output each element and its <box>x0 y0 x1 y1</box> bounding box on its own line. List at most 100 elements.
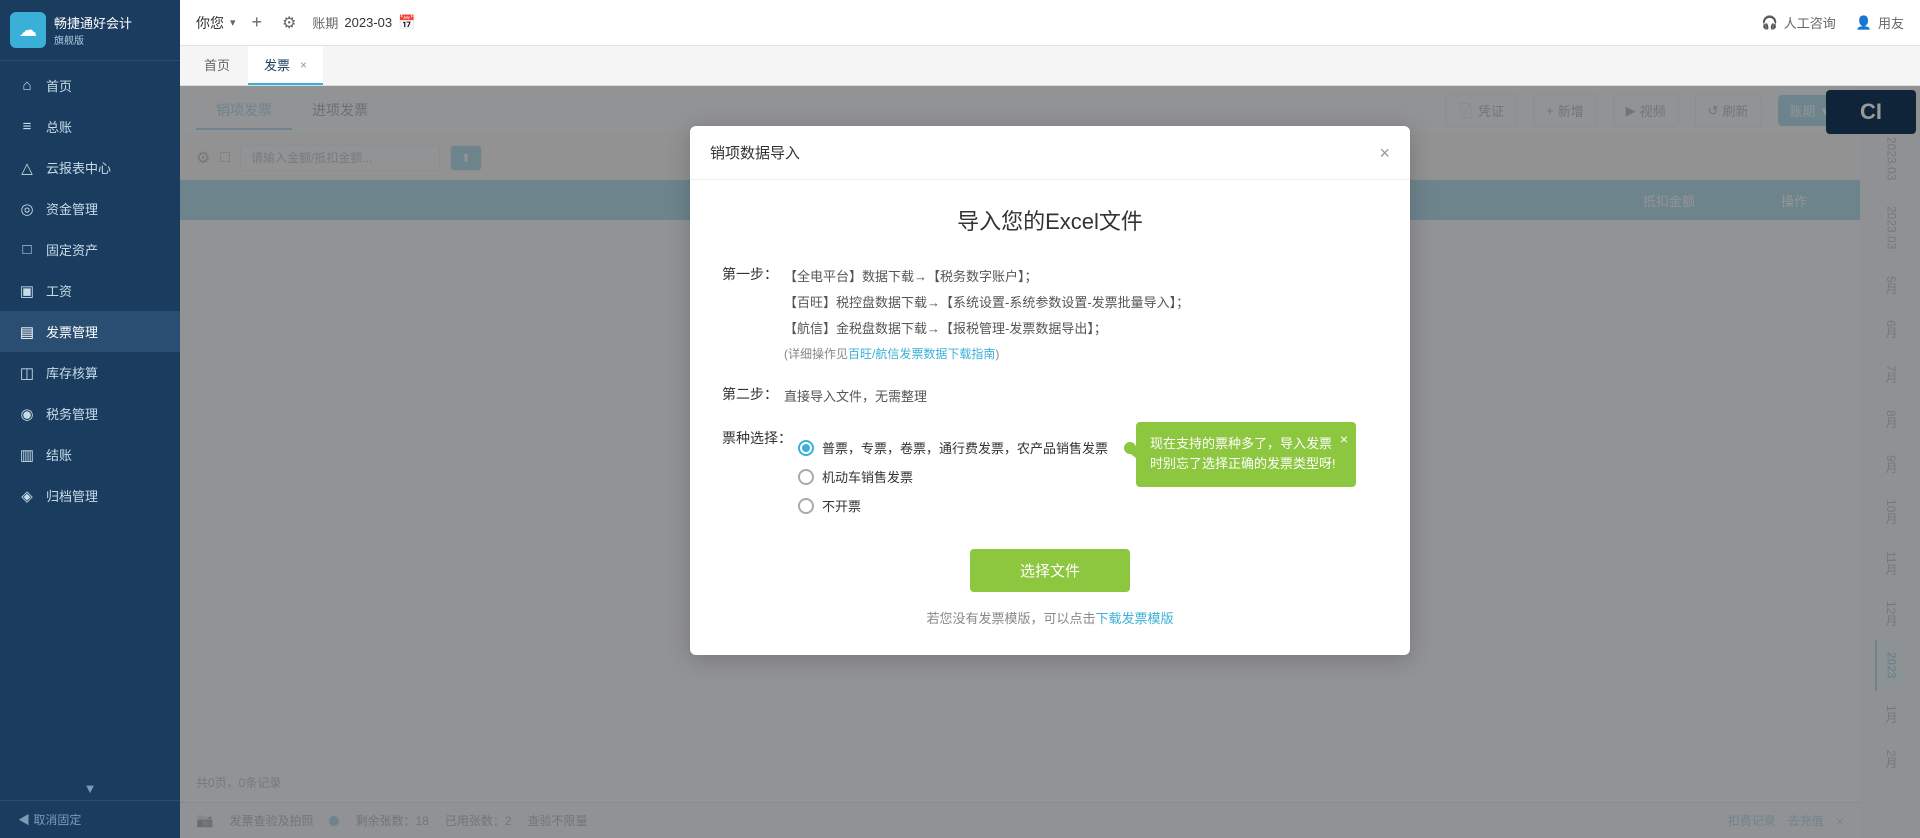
sidebar-unpin[interactable]: ◀ 取消固定 <box>0 800 180 838</box>
modal-footer-note: 若您没有发票模版，可以点击下载发票模版 <box>722 608 1378 627</box>
modal-title: 销项数据导入 <box>710 142 800 163</box>
invoice-icon: ▤ <box>18 323 36 341</box>
tooltip-text: 现在支持的票种多了，导入发票时别忘了选择正确的发票类型呀! <box>1150 436 1336 472</box>
radio-general-circle <box>798 440 814 456</box>
step1-link: (详细操作见百旺/航信发票数据下载指南) <box>784 342 1189 366</box>
modal-header: 销项数据导入 × <box>690 126 1410 180</box>
sidebar-item-funds[interactable]: ◎ 资金管理 <box>0 188 180 229</box>
tab-invoice-label: 发票 <box>264 55 290 74</box>
ticket-selection-row: 票种选择： 普票，专票，卷票，通行费发票，农产品销售发票 <box>722 428 1378 525</box>
unpin-label: ◀ 取消固定 <box>18 811 81 828</box>
radio-noticket-label: 不开票 <box>822 496 861 515</box>
select-file-btn[interactable]: 选择文件 <box>970 549 1130 592</box>
radio-motor[interactable]: 机动车销售发票 <box>798 467 1136 486</box>
modal-overlay: 销项数据导入 × 导入您的Excel文件 第一步： 【全电平台】数据下载→【税务… <box>180 86 1920 838</box>
sidebar-item-tax[interactable]: ◉ 税务管理 <box>0 393 180 434</box>
add-icon[interactable]: + <box>248 8 267 37</box>
radio-noticket-circle <box>798 498 814 514</box>
app-name: 畅捷通好会计 <box>54 13 132 32</box>
sidebar-item-inventory[interactable]: ◫ 库存核算 <box>0 352 180 393</box>
tooltip-wrapper: × 现在支持的票种多了，导入发票时别忘了选择正确的发票类型呀! <box>1116 442 1136 454</box>
cloud-icon: △ <box>18 159 36 177</box>
headset-icon: 🎧 <box>1762 15 1778 31</box>
sidebar-item-cloud-label: 云报表中心 <box>46 158 111 177</box>
modal-body: 导入您的Excel文件 第一步： 【全电平台】数据下载→【税务数字账户】； 【百… <box>690 180 1410 655</box>
radio-group: 普票，专票，卷票，通行费发票，农产品销售发票 × 现在支持的票种多了，导入发票时… <box>798 438 1136 525</box>
sidebar-scroll-down[interactable]: ▼ <box>0 777 180 800</box>
guide-link[interactable]: 百旺/航信发票数据下载指南 <box>848 347 995 361</box>
settings-icon[interactable]: ⚙ <box>278 9 300 37</box>
download-template-link[interactable]: 下载发票模版 <box>1096 611 1174 626</box>
sidebar-item-archive[interactable]: ◈ 归档管理 <box>0 475 180 516</box>
checkout-icon: ▥ <box>18 446 36 464</box>
app-badge: 旗舰版 <box>54 32 132 47</box>
ledger-icon: ≡ <box>18 118 36 135</box>
tooltip-close-btn[interactable]: × <box>1340 428 1348 450</box>
step1-label: 第一步： <box>722 264 778 284</box>
tooltip-box: × 现在支持的票种多了，导入发票时别忘了选择正确的发票类型呀! <box>1136 422 1356 488</box>
company-selector[interactable]: 你您 ▾ <box>196 13 236 33</box>
step2-row: 第二步： 直接导入文件，无需整理 <box>722 384 1378 410</box>
user-menu[interactable]: 👤 用友 <box>1856 13 1904 32</box>
salary-icon: ▣ <box>18 282 36 300</box>
period-label: 账期 <box>312 13 338 32</box>
step1-line1: 【全电平台】数据下载→【税务数字账户】； <box>784 264 1189 290</box>
sidebar-item-invoice-label: 发票管理 <box>46 322 98 341</box>
app-logo-text: 畅捷通好会计 旗舰版 <box>54 13 132 47</box>
import-modal: 销项数据导入 × 导入您的Excel文件 第一步： 【全电平台】数据下载→【税务… <box>690 126 1410 655</box>
modal-close-btn[interactable]: × <box>1379 144 1390 162</box>
sidebar-item-checkout-label: 结账 <box>46 445 72 464</box>
sidebar-item-home[interactable]: ⌂ 首页 <box>0 65 180 106</box>
tax-icon: ◉ <box>18 405 36 423</box>
sidebar-item-ledger[interactable]: ≡ 总账 <box>0 106 180 147</box>
sidebar-item-archive-label: 归档管理 <box>46 486 98 505</box>
step1-content: 【全电平台】数据下载→【税务数字账户】； 【百旺】税控盘数据下载→【系统设置-系… <box>784 264 1189 366</box>
app-logo-icon: ☁ <box>10 12 46 48</box>
sidebar-item-salary-label: 工资 <box>46 281 72 300</box>
calendar-icon[interactable]: 📅 <box>398 14 415 31</box>
topbar-right: 🎧 人工咨询 👤 用友 <box>1762 13 1904 32</box>
step1-line2: 【百旺】税控盘数据下载→【系统设置-系统参数设置-发票批量导入】； <box>784 290 1189 316</box>
archive-icon: ◈ <box>18 487 36 505</box>
sidebar-item-inventory-label: 库存核算 <box>46 363 98 382</box>
radio-motor-label: 机动车销售发票 <box>822 467 913 486</box>
consult-button[interactable]: 🎧 人工咨询 <box>1762 13 1836 32</box>
user-icon: 👤 <box>1856 15 1872 31</box>
sidebar-item-home-label: 首页 <box>46 76 72 95</box>
tab-invoice-close[interactable]: × <box>300 58 307 72</box>
period-value: 2023-03 <box>344 15 392 30</box>
sidebar: ☁ 畅捷通好会计 旗舰版 ⌂ 首页 ≡ 总账 △ 云报表中心 ◎ 资金管理 <box>0 0 180 838</box>
radio-motor-circle <box>798 469 814 485</box>
main-area: 你您 ▾ + ⚙ 账期 2023-03 📅 🎧 人工咨询 👤 用友 <box>180 0 1920 838</box>
sidebar-item-cloud[interactable]: △ 云报表中心 <box>0 147 180 188</box>
radio-general-label: 普票，专票，卷票，通行费发票，农产品销售发票 <box>822 438 1108 457</box>
radio-general[interactable]: 普票，专票，卷票，通行费发票，农产品销售发票 × 现在支持的票种多了，导入发票时… <box>798 438 1136 457</box>
modal-main-title: 导入您的Excel文件 <box>722 204 1378 236</box>
step2-content: 直接导入文件，无需整理 <box>784 384 927 410</box>
company-name: 你您 <box>196 13 224 33</box>
sidebar-logo: ☁ 畅捷通好会计 旗舰版 <box>0 0 180 61</box>
sidebar-item-tax-label: 税务管理 <box>46 404 98 423</box>
sidebar-item-checkout[interactable]: ▥ 结账 <box>0 434 180 475</box>
content-area: 销项发票 进项发票 📄 凭证 + 新增 <box>180 86 1920 838</box>
sidebar-item-assets-label: 固定资产 <box>46 240 98 259</box>
radio-noticket[interactable]: 不开票 <box>798 496 1136 515</box>
topbar: 你您 ▾ + ⚙ 账期 2023-03 📅 🎧 人工咨询 👤 用友 <box>180 0 1920 46</box>
consult-label: 人工咨询 <box>1784 13 1836 32</box>
sidebar-item-invoice[interactable]: ▤ 发票管理 <box>0 311 180 352</box>
assets-icon: □ <box>18 241 36 258</box>
ticket-label: 票种选择： <box>722 428 792 448</box>
sidebar-item-ledger-label: 总账 <box>46 117 72 136</box>
tab-invoice[interactable]: 发票 × <box>248 46 323 85</box>
tab-home[interactable]: 首页 <box>188 46 246 85</box>
sidebar-nav: ⌂ 首页 ≡ 总账 △ 云报表中心 ◎ 资金管理 □ 固定资产 ▣ 工资 <box>0 61 180 777</box>
tab-home-label: 首页 <box>204 55 230 74</box>
home-icon: ⌂ <box>18 77 36 94</box>
sidebar-item-salary[interactable]: ▣ 工资 <box>0 270 180 311</box>
funds-icon: ◎ <box>18 200 36 218</box>
period-display: 账期 2023-03 📅 <box>312 13 415 32</box>
sidebar-item-assets[interactable]: □ 固定资产 <box>0 229 180 270</box>
step2-label: 第二步： <box>722 384 778 404</box>
user-name: 用友 <box>1878 13 1904 32</box>
sidebar-item-funds-label: 资金管理 <box>46 199 98 218</box>
